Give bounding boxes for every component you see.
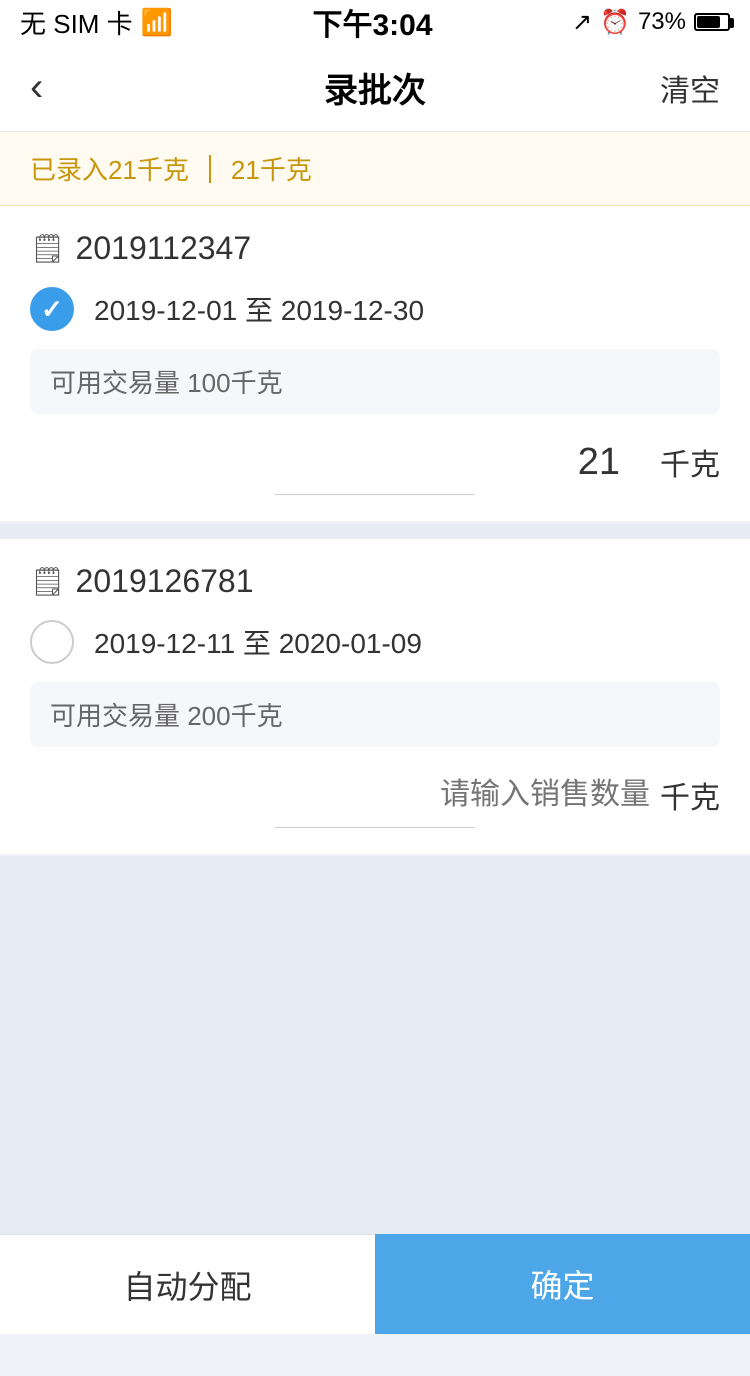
document-icon-2: 🗒	[30, 565, 66, 598]
card-header-1: 🗒 2019112347	[0, 206, 750, 277]
radio-unchecked-2[interactable]	[30, 620, 74, 664]
radio-checked-1[interactable]: ✓	[30, 287, 74, 331]
status-bar: 无 SIM 卡 📶 下午3:04 ↗ ⏰ 73%	[0, 0, 750, 44]
available-qty-2: 可用交易量 200千克	[30, 682, 720, 747]
no-sim-text: 无 SIM 卡	[20, 4, 133, 41]
status-right: ↗ ⏰ 73%	[572, 8, 730, 37]
section-separator	[0, 523, 750, 539]
recorded-amount: 已录入21千克	[30, 150, 189, 187]
back-button[interactable]: ‹	[30, 65, 90, 110]
date-range-2: 2019-12-11 至 2020-01-09	[94, 622, 422, 662]
wifi-icon: 📶	[141, 7, 173, 38]
clear-button[interactable]: 清空	[660, 66, 720, 110]
battery-icon	[694, 13, 730, 31]
location-icon: ↗	[572, 8, 592, 37]
amount-value: 21千克	[231, 150, 312, 187]
quantity-divider-1	[275, 494, 475, 495]
info-banner: 已录入21千克 21千克	[0, 132, 750, 206]
alarm-icon: ⏰	[600, 8, 630, 37]
confirm-button[interactable]: 确定	[375, 1234, 750, 1334]
input-unit-2: 千克	[660, 773, 720, 817]
input-divider-2	[275, 827, 475, 828]
checkmark-1: ✓	[41, 294, 63, 325]
batch-card-2: 🗒 2019126781 2019-12-11 至 2020-01-09 可用交…	[0, 539, 750, 854]
status-time: 下午3:04	[312, 0, 432, 44]
auto-distribute-button[interactable]: 自动分配	[0, 1234, 375, 1334]
available-qty-1: 可用交易量 100千克	[30, 349, 720, 414]
batch-id-1: 2019112347	[76, 230, 252, 267]
quantity-input-2[interactable]	[30, 778, 650, 812]
batch-id-2: 2019126781	[76, 563, 254, 600]
quantity-row-1: 21 千克	[0, 424, 750, 484]
card-row-1[interactable]: ✓ 2019-12-01 至 2019-12-30	[0, 277, 750, 341]
quantity-value-1: 21	[578, 441, 620, 484]
card-row-2[interactable]: 2019-12-11 至 2020-01-09	[0, 610, 750, 674]
empty-area	[0, 856, 750, 1276]
date-range-1: 2019-12-01 至 2019-12-30	[94, 289, 424, 329]
battery-percent: 73%	[638, 8, 686, 36]
document-icon-1: 🗒	[30, 232, 66, 265]
page-title: 录批次	[324, 63, 426, 112]
quantity-unit-1: 千克	[660, 440, 720, 484]
status-left: 无 SIM 卡 📶	[20, 4, 173, 41]
batch-card-1: 🗒 2019112347 ✓ 2019-12-01 至 2019-12-30 可…	[0, 206, 750, 521]
bottom-bar: 自动分配 确定	[0, 1234, 750, 1334]
nav-bar: ‹ 录批次 清空	[0, 44, 750, 132]
info-divider	[209, 155, 211, 183]
input-row-2[interactable]: 千克	[0, 757, 750, 817]
card-header-2: 🗒 2019126781	[0, 539, 750, 610]
